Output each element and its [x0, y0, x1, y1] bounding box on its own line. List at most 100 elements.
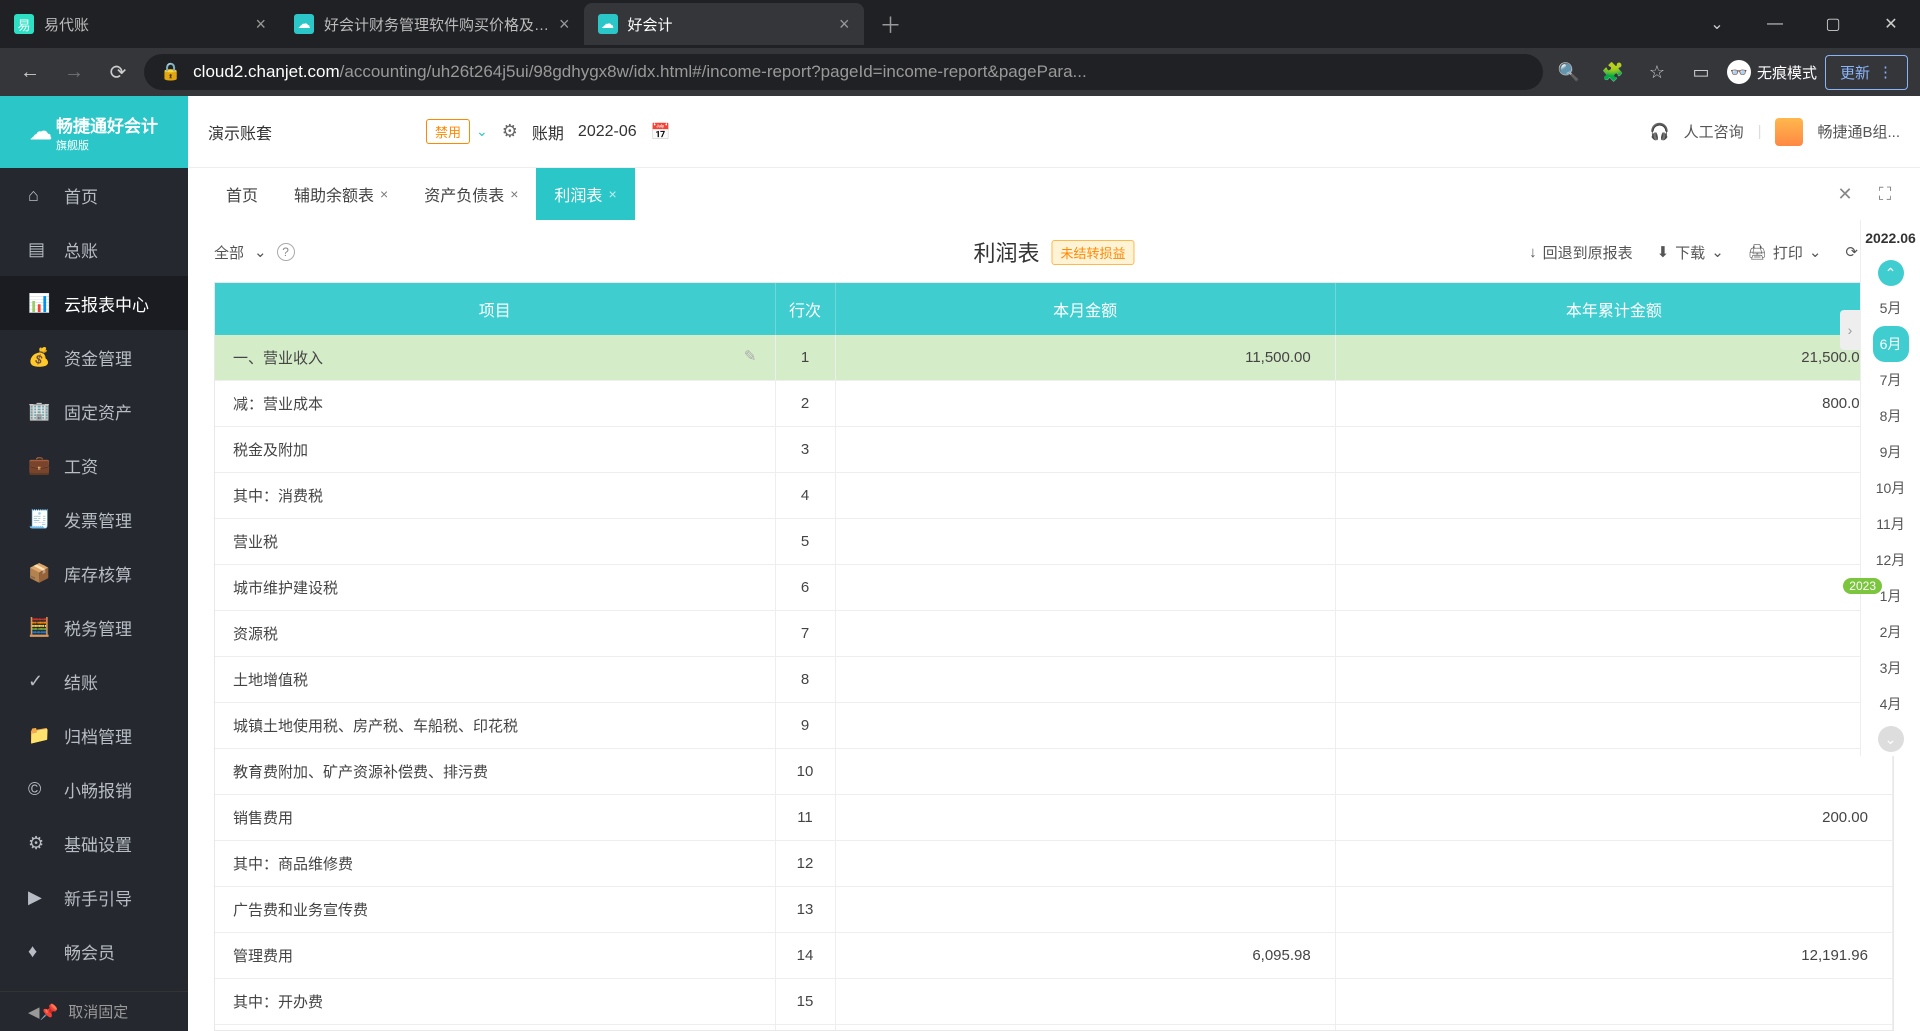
table-row[interactable]: 销售费用11200.00	[215, 795, 1893, 841]
period-scroll-up-icon[interactable]: ⌃	[1878, 260, 1904, 286]
page-tab-1[interactable]: 辅助余额表×	[276, 168, 406, 220]
edit-icon[interactable]: ✎	[744, 347, 757, 365]
download-button[interactable]: ⬇下载⌄	[1657, 242, 1724, 263]
window-dropdown-icon[interactable]: ⌄	[1688, 0, 1746, 48]
sidebar-item-5[interactable]: 💼工资	[0, 438, 188, 492]
table-row[interactable]: 教育费附加、矿产资源补偿费、排污费10	[215, 749, 1893, 795]
col-header-year: 本年累计金额	[1335, 283, 1892, 335]
browser-tab-1[interactable]: 易 易代账 ×	[0, 3, 280, 45]
page-tab-close-icon[interactable]: ×	[380, 186, 388, 202]
sidebar-item-0[interactable]: ⌂首页	[0, 168, 188, 222]
month-item[interactable]: 4月	[1880, 686, 1902, 722]
new-tab-button[interactable]: ＋	[864, 8, 918, 40]
sidebar-item-11[interactable]: ©小畅报销	[0, 762, 188, 816]
settings-icon[interactable]: ⚙	[502, 121, 518, 142]
window-minimize-icon[interactable]: ―	[1746, 0, 1804, 48]
browser-tab-2[interactable]: ☁ 好会计财务管理软件购买价格及… ×	[280, 3, 584, 45]
url-bar[interactable]: 🔒 cloud2.chanjet.com/accounting/uh26t264…	[144, 54, 1543, 90]
window-maximize-icon[interactable]: ▢	[1804, 0, 1862, 48]
month-item[interactable]: 11月	[1873, 506, 1909, 542]
col-header-row: 行次	[775, 283, 835, 335]
sidebar-item-8[interactable]: 🧮税务管理	[0, 600, 188, 654]
table-row[interactable]: 资源税7	[215, 611, 1893, 657]
sidebar-icon: ⌂	[28, 185, 48, 206]
sidebar-item-1[interactable]: ▤总账	[0, 222, 188, 276]
page-tab-2[interactable]: 资产负债表×	[406, 168, 536, 220]
consult-link[interactable]: 人工咨询	[1684, 121, 1744, 142]
table-row[interactable]: 其中：商品维修费12	[215, 841, 1893, 887]
page-tab-0[interactable]: 首页	[208, 168, 276, 220]
window-close-icon[interactable]: ✕	[1862, 0, 1920, 48]
print-button[interactable]: 🖨打印⌄	[1748, 242, 1822, 263]
period-label: 账期	[532, 120, 564, 144]
sidebar-item-10[interactable]: 📁归档管理	[0, 708, 188, 762]
cancel-pin-button[interactable]: ◀📌 取消固定	[0, 991, 188, 1031]
period-scroll-down-icon[interactable]: ⌄	[1878, 726, 1904, 752]
close-all-tabs-icon[interactable]: ✕	[1830, 179, 1860, 209]
content-header: 全部 ⌄ ? 利润表 未结转损益 ↓回退到原报表 ⬇下载⌄ 🖨打印⌄ ⟳刷新	[214, 228, 1894, 276]
update-button[interactable]: 更新⋮	[1825, 55, 1908, 90]
sidebar-item-9[interactable]: ✓结账	[0, 654, 188, 708]
calendar-icon[interactable]: 📅	[651, 122, 671, 142]
account-dropdown-icon[interactable]: ⌄	[476, 123, 488, 140]
sidebar-item-14[interactable]: ♦畅会员	[0, 924, 188, 978]
sidebar-item-6[interactable]: 🧾发票管理	[0, 492, 188, 546]
table-row[interactable]: 其中：开办费15	[215, 979, 1893, 1025]
sidebar-item-12[interactable]: ⚙基础设置	[0, 816, 188, 870]
table-row[interactable]: 其中：消费税4	[215, 473, 1893, 519]
month-item[interactable]: 6月	[1873, 326, 1909, 362]
table-row[interactable]: 城市维护建设税6	[215, 565, 1893, 611]
filter-dropdown[interactable]: 全部 ⌄ ?	[214, 242, 295, 263]
revert-button[interactable]: ↓回退到原报表	[1529, 242, 1633, 263]
sidebar-item-7[interactable]: 📦库存核算	[0, 546, 188, 600]
table-row[interactable]: 减：营业成本2800.00	[215, 381, 1893, 427]
sidebar-item-3[interactable]: 💰资金管理	[0, 330, 188, 384]
page-tab-close-icon[interactable]: ×	[510, 186, 518, 202]
table-row[interactable]: 广告费和业务宣传费13	[215, 887, 1893, 933]
cell-year	[1335, 749, 1892, 795]
forward-button[interactable]: →	[56, 54, 92, 90]
table-row[interactable]: 土地增值税8	[215, 657, 1893, 703]
month-item[interactable]: 2月	[1880, 614, 1902, 650]
page-tab-close-icon[interactable]: ×	[608, 186, 616, 202]
help-icon[interactable]: ?	[277, 243, 295, 261]
cell-month	[835, 381, 1335, 427]
bookmark-icon[interactable]: ☆	[1639, 54, 1675, 90]
month-item[interactable]: 5月	[1873, 290, 1909, 326]
table-row[interactable]: 业务招待费16	[215, 1025, 1893, 1031]
month-item[interactable]: 1月	[1880, 578, 1902, 614]
tab-close-2[interactable]: ×	[559, 14, 570, 35]
reload-button[interactable]: ⟳	[100, 54, 136, 90]
fullscreen-icon[interactable]: ⛶	[1870, 179, 1900, 209]
cell-year	[1335, 887, 1892, 933]
period-panel-collapse-icon[interactable]: ›	[1840, 310, 1860, 350]
reading-list-icon[interactable]: ▭	[1683, 54, 1719, 90]
sidebar-item-4[interactable]: 🏢固定资产	[0, 384, 188, 438]
table-row[interactable]: 管理费用146,095.9812,191.96	[215, 933, 1893, 979]
month-item[interactable]: 10月	[1873, 470, 1909, 506]
user-name[interactable]: 畅捷通B组...	[1817, 121, 1900, 142]
month-item[interactable]: 9月	[1873, 434, 1909, 470]
zoom-icon[interactable]: 🔍	[1551, 54, 1587, 90]
period-value[interactable]: 2022-06	[578, 123, 637, 141]
month-item[interactable]: 8月	[1873, 398, 1909, 434]
month-item[interactable]: 12月	[1873, 542, 1909, 578]
sidebar-item-13[interactable]: ▶新手引导	[0, 870, 188, 924]
extension-icon[interactable]: 🧩	[1595, 54, 1631, 90]
sidebar-item-2[interactable]: 📊云报表中心	[0, 276, 188, 330]
cell-year	[1335, 703, 1892, 749]
browser-tab-3[interactable]: ☁ 好会计 ×	[584, 3, 864, 45]
back-button[interactable]: ←	[12, 54, 48, 90]
avatar[interactable]	[1775, 118, 1803, 146]
month-item[interactable]: 7月	[1873, 362, 1909, 398]
table-row[interactable]: 营业税5	[215, 519, 1893, 565]
account-name[interactable]: 演示账套	[208, 120, 272, 144]
tab-close-1[interactable]: ×	[255, 14, 266, 35]
tab-close-3[interactable]: ×	[839, 14, 850, 35]
cell-month	[835, 887, 1335, 933]
page-tab-3[interactable]: 利润表×	[536, 168, 634, 220]
month-item[interactable]: 3月	[1880, 650, 1902, 686]
table-row[interactable]: 城镇土地使用税、房产税、车船税、印花税9	[215, 703, 1893, 749]
table-row[interactable]: 税金及附加3	[215, 427, 1893, 473]
table-row[interactable]: 一、营业收入✎111,500.0021,500.00	[215, 335, 1893, 381]
